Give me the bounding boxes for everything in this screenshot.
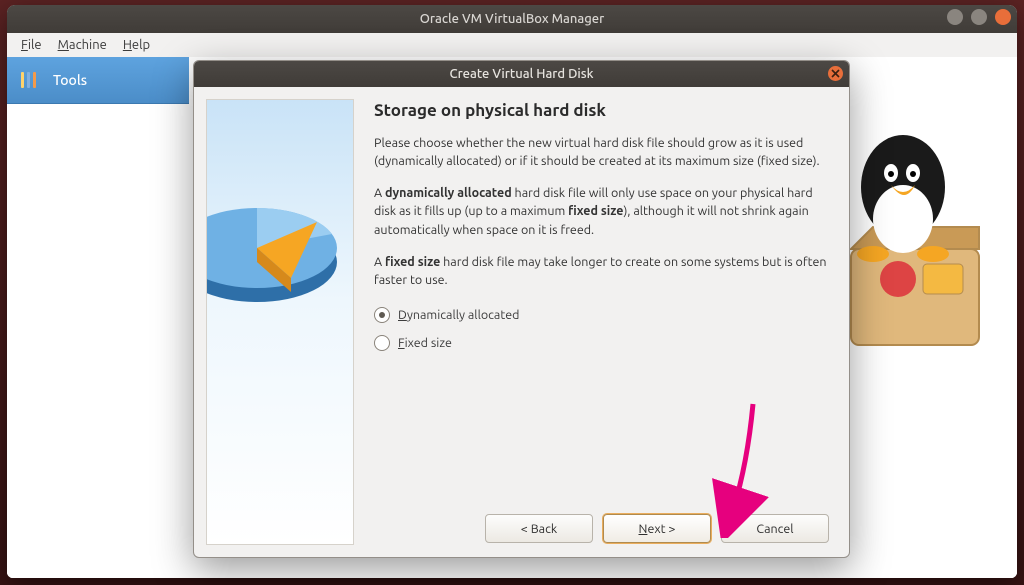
menu-machine[interactable]: Machine [52, 36, 113, 54]
window-titlebar: Oracle VM VirtualBox Manager [7, 5, 1017, 33]
back-button[interactable]: < Back [485, 514, 593, 543]
wizard-paragraph-2: A dynamically allocated hard disk file w… [374, 184, 829, 238]
dialog-titlebar: Create Virtual Hard Disk [194, 61, 849, 87]
tools-icon [19, 69, 41, 91]
window-title: Oracle VM VirtualBox Manager [420, 12, 604, 26]
wizard-button-row: < Back Next > Cancel [485, 514, 829, 543]
wizard-paragraph-3: A fixed size hard disk file may take lon… [374, 253, 829, 289]
menu-file[interactable]: File [15, 36, 48, 54]
next-button[interactable]: Next > [603, 514, 711, 543]
radio-fixed-size[interactable]: Fixed size [374, 335, 829, 351]
cancel-button[interactable]: Cancel [721, 514, 829, 543]
wizard-paragraph-1: Please choose whether the new virtual ha… [374, 134, 829, 170]
wizard-sidebar-image [206, 99, 354, 545]
sidebar-tools-label: Tools [53, 72, 87, 88]
window-controls [947, 9, 1011, 25]
radio-dynamically-allocated[interactable]: Dynamically allocated [374, 307, 829, 323]
wizard-heading: Storage on physical hard disk [374, 101, 829, 120]
minimize-button[interactable] [947, 9, 963, 25]
wizard-content: Storage on physical hard disk Please cho… [354, 87, 849, 557]
radio-indicator-icon [374, 307, 390, 323]
dialog-title: Create Virtual Hard Disk [450, 67, 594, 81]
create-virtual-hard-disk-dialog: Create Virtual Hard Disk Storage on phys… [193, 60, 850, 558]
menubar: File Machine Help [7, 33, 1017, 58]
menu-help[interactable]: Help [117, 36, 156, 54]
radio-indicator-icon [374, 335, 390, 351]
maximize-button[interactable] [971, 9, 987, 25]
sidebar-tools-item[interactable]: Tools [7, 57, 189, 104]
close-button[interactable] [995, 9, 1011, 25]
dialog-close-button[interactable] [828, 66, 843, 81]
dialog-body: Storage on physical hard disk Please cho… [194, 87, 849, 557]
disk-pie-icon [206, 162, 347, 342]
sidebar: Tools [7, 57, 190, 578]
